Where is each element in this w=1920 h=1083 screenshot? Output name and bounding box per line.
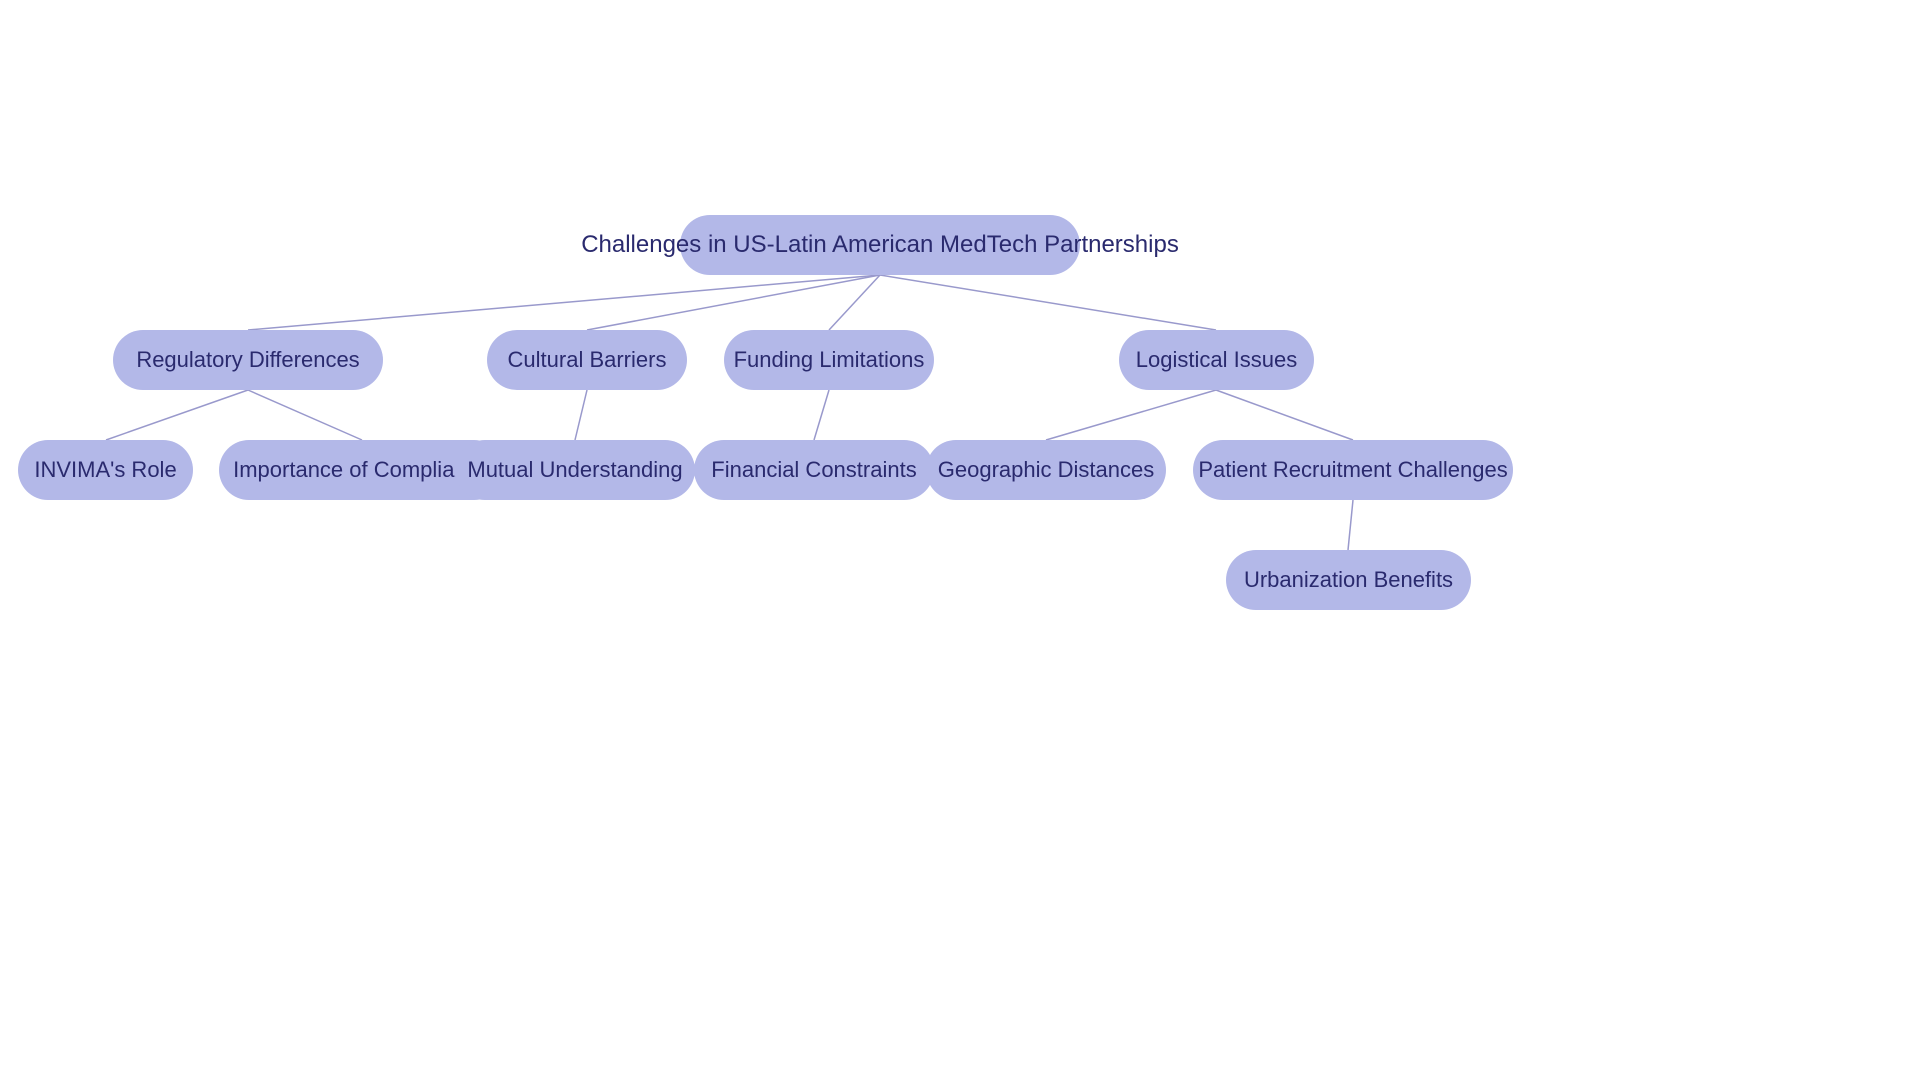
regulatory-node: Regulatory Differences bbox=[113, 330, 383, 390]
invima-node: INVIMA's Role bbox=[18, 440, 193, 500]
invima-label: INVIMA's Role bbox=[34, 457, 176, 483]
compliance-label: Importance of Compliance bbox=[233, 457, 490, 483]
financial-node: Financial Constraints bbox=[694, 440, 934, 500]
funding-node: Funding Limitations bbox=[724, 330, 934, 390]
mutual-node: Mutual Understanding bbox=[455, 440, 695, 500]
patient-node: Patient Recruitment Challenges bbox=[1193, 440, 1513, 500]
root-label: Challenges in US-Latin American MedTech … bbox=[581, 231, 1179, 259]
funding-label: Funding Limitations bbox=[734, 347, 925, 373]
geographic-node: Geographic Distances bbox=[926, 440, 1166, 500]
geographic-label: Geographic Distances bbox=[938, 457, 1154, 483]
logistical-label: Logistical Issues bbox=[1136, 347, 1297, 373]
cultural-label: Cultural Barriers bbox=[508, 347, 667, 373]
financial-label: Financial Constraints bbox=[711, 457, 916, 483]
cultural-node: Cultural Barriers bbox=[487, 330, 687, 390]
root-node: Challenges in US-Latin American MedTech … bbox=[680, 215, 1080, 275]
mutual-label: Mutual Understanding bbox=[467, 457, 682, 483]
regulatory-label: Regulatory Differences bbox=[136, 347, 359, 373]
urbanization-label: Urbanization Benefits bbox=[1244, 567, 1453, 593]
urbanization-node: Urbanization Benefits bbox=[1226, 550, 1471, 610]
patient-label: Patient Recruitment Challenges bbox=[1198, 457, 1507, 483]
logistical-node: Logistical Issues bbox=[1119, 330, 1314, 390]
